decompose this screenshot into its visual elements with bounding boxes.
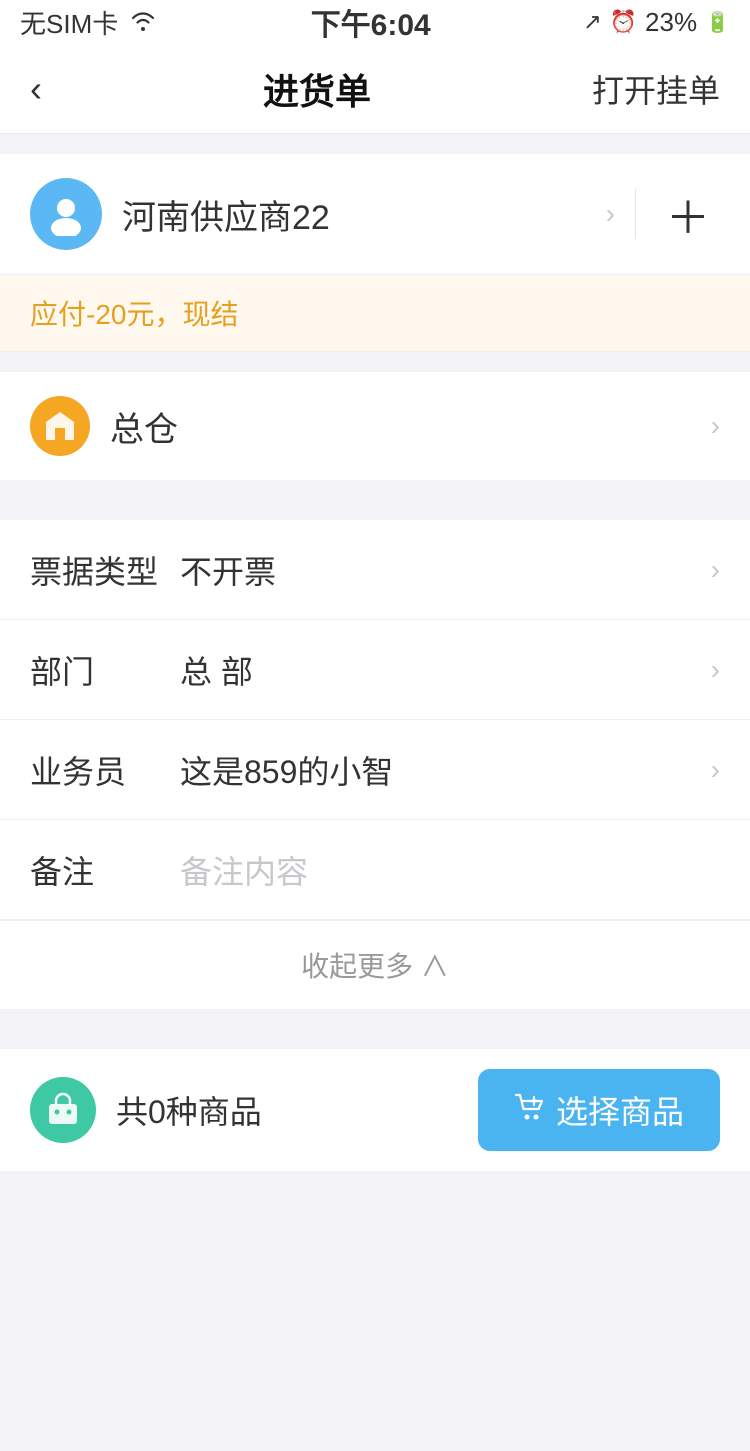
select-btn-label: 选择商品 bbox=[556, 1087, 684, 1133]
alarm-icon: ⏰ bbox=[610, 9, 637, 35]
dept-row[interactable]: 部门 总 部 › bbox=[0, 620, 750, 720]
product-count: 共0种商品 bbox=[116, 1087, 458, 1133]
add-supplier-button[interactable]: ＋ bbox=[656, 182, 720, 246]
supplier-chevron-icon: › bbox=[606, 198, 615, 230]
back-button[interactable]: ‹ bbox=[30, 68, 42, 110]
battery-text: 23% bbox=[645, 7, 697, 38]
warehouse-name: 总仓 bbox=[110, 402, 711, 451]
warehouse-chevron-icon: › bbox=[711, 410, 720, 442]
bottom-bar: 共0种商品 选择商品 bbox=[0, 1049, 750, 1171]
invoice-value: 不开票 bbox=[170, 547, 711, 593]
salesman-chevron-icon: › bbox=[711, 754, 720, 786]
status-indicators: ↗ ⏰ 23% 🔋 bbox=[583, 7, 730, 38]
battery-icon: 🔋 bbox=[705, 10, 730, 35]
supplier-row[interactable]: 河南供应商22 › ＋ bbox=[0, 154, 750, 275]
wifi-icon bbox=[128, 7, 158, 38]
collapse-text: 收起更多 ∧ bbox=[301, 951, 449, 982]
select-product-button[interactable]: 选择商品 bbox=[478, 1069, 720, 1151]
dept-value: 总 部 bbox=[170, 647, 711, 693]
status-time: 下午6:04 bbox=[311, 0, 431, 44]
invoice-row[interactable]: 票据类型 不开票 › bbox=[0, 520, 750, 620]
remark-input[interactable]: 备注内容 bbox=[170, 847, 720, 893]
carrier-text: 无SIM卡 bbox=[20, 4, 118, 41]
status-carrier: 无SIM卡 bbox=[20, 4, 158, 41]
status-bar: 无SIM卡 下午6:04 ↗ ⏰ 23% 🔋 bbox=[0, 0, 750, 44]
open-pending-button[interactable]: 打开挂单 bbox=[592, 66, 720, 112]
warehouse-icon bbox=[30, 396, 90, 456]
salesman-label: 业务员 bbox=[30, 747, 170, 793]
supplier-avatar bbox=[30, 178, 102, 250]
dept-chevron-icon: › bbox=[711, 654, 720, 686]
gap-3 bbox=[0, 480, 750, 500]
salesman-row[interactable]: 业务员 这是859的小智 › bbox=[0, 720, 750, 820]
remark-row[interactable]: 备注 备注内容 bbox=[0, 820, 750, 920]
notice-banner: 应付-20元，现结 bbox=[0, 275, 750, 352]
salesman-value: 这是859的小智 bbox=[170, 747, 711, 793]
gap-2 bbox=[0, 352, 750, 372]
supplier-section: 河南供应商22 › ＋ 应付-20元，现结 bbox=[0, 154, 750, 352]
invoice-label: 票据类型 bbox=[30, 547, 170, 593]
supplier-name: 河南供应商22 bbox=[122, 190, 606, 239]
nav-bar: ‹ 进货单 打开挂单 bbox=[0, 44, 750, 134]
collapse-button[interactable]: 收起更多 ∧ bbox=[0, 920, 750, 1009]
warehouse-row[interactable]: 总仓 › bbox=[0, 372, 750, 480]
page-title: 进货单 bbox=[263, 63, 371, 115]
dept-label: 部门 bbox=[30, 647, 170, 693]
notice-text: 应付-20元，现结 bbox=[30, 299, 238, 330]
cart-icon bbox=[514, 1093, 546, 1128]
gap-4 bbox=[0, 1009, 750, 1029]
form-section: 票据类型 不开票 › 部门 总 部 › 业务员 这是859的小智 › 备注 备注… bbox=[0, 520, 750, 1009]
product-icon bbox=[30, 1077, 96, 1143]
remark-label: 备注 bbox=[30, 847, 170, 893]
page-background bbox=[0, 1171, 750, 1451]
gap-1 bbox=[0, 134, 750, 154]
vertical-divider bbox=[635, 189, 636, 239]
location-icon: ↗ bbox=[583, 9, 601, 35]
warehouse-section[interactable]: 总仓 › bbox=[0, 372, 750, 480]
invoice-chevron-icon: › bbox=[711, 554, 720, 586]
